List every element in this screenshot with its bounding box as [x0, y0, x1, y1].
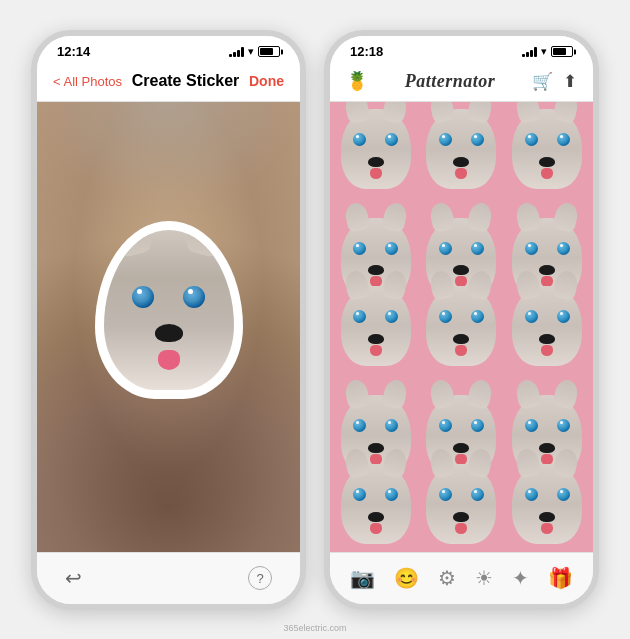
dog-ear-right	[183, 230, 228, 259]
toolbar-1: ↩ ?	[37, 552, 300, 604]
dog-eye-left	[132, 286, 154, 308]
pattern-dog	[505, 461, 589, 548]
time-2: 12:18	[350, 44, 383, 59]
phone-patternator: 12:18 ▾ 🍍 Patternator 🛒 ⬆	[324, 30, 599, 610]
dog-eye-right	[183, 286, 205, 308]
camera-button[interactable]: 📷	[350, 566, 375, 590]
time-1: 12:14	[57, 44, 90, 59]
status-bar-1: 12:14 ▾	[37, 36, 300, 64]
pattern-dog	[420, 283, 504, 370]
wifi-icon-2: ▾	[541, 45, 547, 58]
brightness-button[interactable]: ☀	[475, 566, 493, 590]
pattern-dog	[334, 461, 418, 548]
pattern-dog	[505, 106, 589, 193]
pattern-dog	[334, 106, 418, 193]
pattern-dog	[505, 283, 589, 370]
dog-nose	[155, 324, 183, 342]
undo-button[interactable]: ↩	[65, 566, 82, 590]
pattern-dog	[420, 461, 504, 548]
signal-bars-1	[229, 47, 244, 57]
page-title: Create Sticker	[132, 72, 240, 90]
pattern-area	[330, 102, 593, 552]
toolbar-2: 📷 😊 ⚙ ☀ ✦ 🎁	[330, 552, 593, 604]
app-title: Patternator	[405, 71, 496, 92]
dog-tongue	[158, 350, 180, 370]
pattern-dog	[420, 106, 504, 193]
gift-button[interactable]: 🎁	[548, 566, 573, 590]
done-button[interactable]: Done	[249, 73, 284, 89]
share-icon[interactable]: ⬆	[563, 71, 577, 92]
status-bar-2: 12:18 ▾	[330, 36, 593, 64]
pattern-dog	[334, 283, 418, 370]
help-button[interactable]: ?	[248, 566, 272, 590]
wand-button[interactable]: ✦	[512, 566, 529, 590]
status-icons-2: ▾	[522, 45, 573, 58]
status-icons-1: ▾	[229, 45, 280, 58]
watermark: 365electric.com	[283, 623, 346, 633]
dog-sticker	[99, 225, 239, 395]
dog-ear-left	[108, 230, 153, 259]
phone-create-sticker: 12:14 ▾ < All Photos Create Sticker Done	[31, 30, 306, 610]
gear-button[interactable]: ⚙	[438, 566, 456, 590]
nav-bar-2: 🍍 Patternator 🛒 ⬆	[330, 64, 593, 102]
signal-bars-2	[522, 47, 537, 57]
photo-area[interactable]	[37, 102, 300, 552]
cart-icon[interactable]: 🛒	[532, 71, 553, 92]
nav-bar-1: < All Photos Create Sticker Done	[37, 64, 300, 102]
pineapple-icon: 🍍	[346, 70, 368, 92]
back-button[interactable]: < All Photos	[53, 74, 122, 89]
emoji-button[interactable]: 😊	[394, 566, 419, 590]
nav-icons: 🛒 ⬆	[532, 71, 577, 92]
wifi-icon-1: ▾	[248, 45, 254, 58]
battery-2	[551, 46, 573, 57]
battery-1	[258, 46, 280, 57]
